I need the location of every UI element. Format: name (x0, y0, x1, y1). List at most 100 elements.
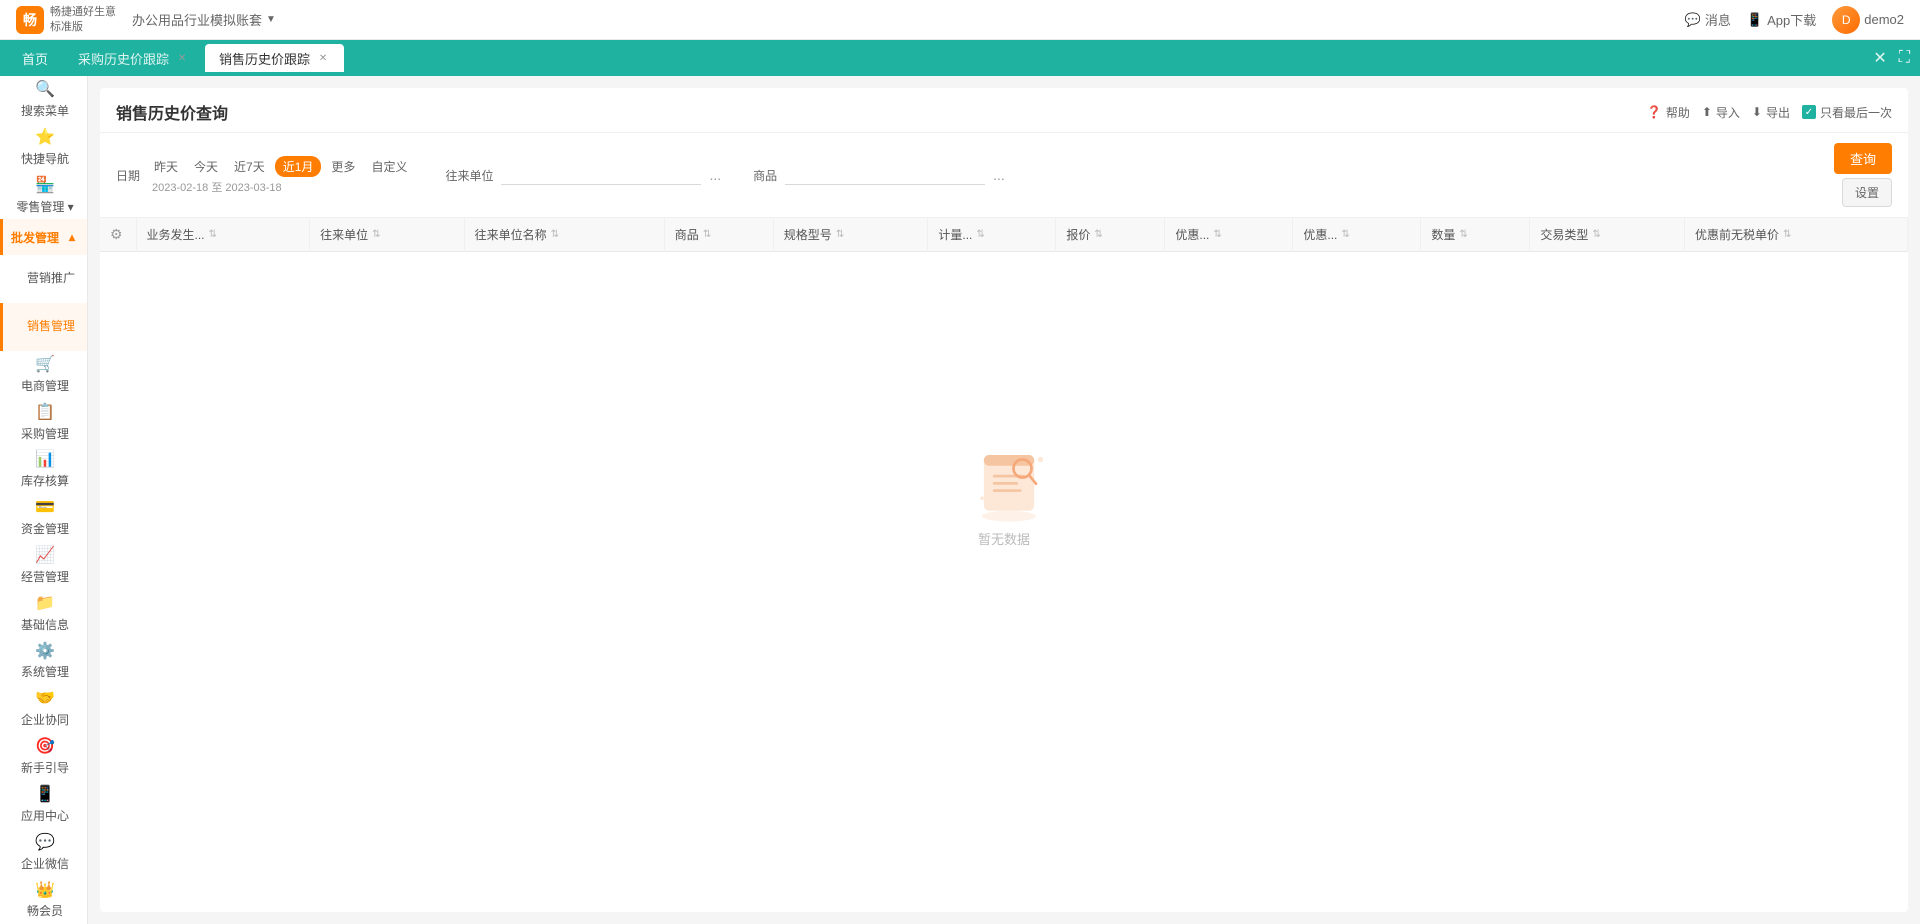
message-action[interactable]: 💬 消息 (1685, 10, 1731, 29)
tab-sales-close[interactable]: ✕ (316, 51, 330, 65)
tab-bar-right: ✕ ⛶ (1871, 46, 1912, 70)
th-unit[interactable]: 计量... ⇅ (928, 218, 1056, 252)
settings-gear-icon[interactable]: ⚙ (110, 226, 123, 242)
sidebar-item-enterprise-coop[interactable]: 🤝 企业协同 (0, 685, 87, 733)
avatar: D (1832, 6, 1860, 34)
settings-button[interactable]: 设置 (1842, 178, 1892, 207)
sidebar-item-retail[interactable]: 🏪 零售管理 ▾ (0, 172, 87, 220)
wechat-icon: 💬 (35, 833, 55, 854)
tab-sales[interactable]: 销售历史价跟踪 ✕ (205, 44, 344, 72)
partner-input[interactable] (501, 166, 701, 185)
th-trade-type[interactable]: 交易类型 ⇅ (1530, 218, 1685, 252)
sidebar-item-purchase[interactable]: 📋 采购管理 (0, 399, 87, 447)
finance-icon: 💳 (35, 498, 55, 519)
partner-dots-btn[interactable]: ... (709, 167, 721, 183)
sidebar-item-member[interactable]: 👑 畅会员 (0, 876, 87, 924)
date-filter-label: 日期 (116, 167, 140, 184)
th-discount2[interactable]: 优惠... ⇅ (1293, 218, 1421, 252)
app-selector[interactable]: 办公用品行业模拟账套 ▼ (124, 6, 284, 33)
help-btn[interactable]: ❓ 帮助 (1647, 104, 1690, 121)
sidebar-item-finance[interactable]: 💳 资金管理 (0, 494, 87, 542)
product-input[interactable] (785, 166, 985, 185)
retail-icon: 🏪 (35, 176, 55, 197)
page-actions: ❓ 帮助 ⬆ 导入 ⬇ 导出 ✓ 只看最后一次 (1647, 104, 1892, 121)
query-button[interactable]: 查询 (1834, 143, 1892, 174)
operation-icon: 📈 (35, 546, 55, 567)
th-discount1[interactable]: 优惠... ⇅ (1165, 218, 1293, 252)
sidebar-item-app-center[interactable]: 📱 应用中心 (0, 781, 87, 829)
th-settings[interactable]: ⚙ (100, 218, 136, 252)
empty-illustration (964, 437, 1044, 517)
tab-purchase-close[interactable]: ✕ (175, 51, 189, 65)
header-right: 💬 消息 📱 App下载 D demo2 (1685, 6, 1904, 34)
import-icon: ⬆ (1702, 105, 1712, 119)
th-quote-price[interactable]: 报价 ⇅ (1056, 218, 1165, 252)
sort-icon-biz-date: ⇅ (209, 229, 217, 240)
chevron-down-icon: ▼ (266, 14, 276, 25)
sidebar-item-enterprise-wechat[interactable]: 💬 企业微信 (0, 829, 87, 877)
sidebar-item-wholesale[interactable]: 批发管理 ▴ (0, 219, 87, 255)
export-btn[interactable]: ⬇ 导出 (1752, 104, 1790, 121)
date-btn-today[interactable]: 今天 (188, 156, 224, 177)
sort-icon-partner-name: ⇅ (551, 229, 559, 240)
sort-icon-product: ⇅ (703, 229, 711, 240)
date-btn-yesterday[interactable]: 昨天 (148, 156, 184, 177)
sort-icon-trade-type: ⇅ (1592, 229, 1600, 240)
sort-icon-quote-price: ⇅ (1094, 229, 1102, 240)
coop-icon: 🤝 (35, 689, 55, 710)
tab-purchase[interactable]: 采购历史价跟踪 ✕ (64, 44, 203, 72)
date-btn-1month[interactable]: 近1月 (275, 156, 322, 177)
star-icon: ⭐ (35, 128, 55, 149)
filter-bar: 日期 昨天 今天 近7天 近1月 更多 自定义 2023-02-18 至 202… (100, 133, 1908, 218)
import-btn[interactable]: ⬆ 导入 (1702, 104, 1740, 121)
search-icon: 🔍 (35, 80, 55, 101)
th-partner-code[interactable]: 往来单位 ⇅ (310, 218, 465, 252)
product-filter-label: 商品 (753, 167, 777, 184)
app-download-action[interactable]: 📱 App下载 (1747, 10, 1816, 29)
sidebar-item-quick-nav[interactable]: ⭐ 快捷导航 (0, 124, 87, 172)
sidebar: 🔍 搜索菜单 ⭐ 快捷导航 🏪 零售管理 ▾ 批发管理 ▴ 营销推广 销售管理 … (0, 76, 88, 924)
empty-text: 暂无数据 (978, 529, 1030, 548)
header-left: 畅 畅捷通好生意 标准版 办公用品行业模拟账套 ▼ (16, 5, 284, 34)
sort-icon-discount2: ⇅ (1341, 229, 1349, 240)
user-action[interactable]: D demo2 (1832, 6, 1904, 34)
checkbox-checked-icon: ✓ (1802, 105, 1816, 119)
date-range-buttons: 昨天 今天 近7天 近1月 更多 自定义 (148, 156, 413, 177)
th-biz-date[interactable]: 业务发生... ⇅ (136, 218, 310, 252)
member-icon: 👑 (35, 881, 55, 902)
partner-filter-label: 往来单位 (445, 167, 493, 184)
page-card: 销售历史价查询 ❓ 帮助 ⬆ 导入 ⬇ 导出 ✓ (100, 88, 1908, 912)
th-partner-name[interactable]: 往来单位名称 ⇅ (464, 218, 664, 252)
th-pre-tax-price[interactable]: 优惠前无税单价 ⇅ (1684, 218, 1907, 252)
purchase-icon: 📋 (35, 403, 55, 424)
chevron-up-icon: ▴ (69, 230, 75, 244)
th-product[interactable]: 商品 ⇅ (664, 218, 773, 252)
sidebar-item-basic-info[interactable]: 📁 基础信息 (0, 590, 87, 638)
tab-close-all-btn[interactable]: ✕ (1871, 46, 1888, 70)
only-last-checkbox[interactable]: ✓ 只看最后一次 (1802, 104, 1892, 121)
sidebar-item-operation[interactable]: 📈 经营管理 (0, 542, 87, 590)
sidebar-item-inventory[interactable]: 📊 库存核算 (0, 446, 87, 494)
tab-expand-btn[interactable]: ⛶ (1897, 47, 1912, 69)
sidebar-item-ecommerce[interactable]: 🛒 电商管理 (0, 351, 87, 399)
th-spec[interactable]: 规格型号 ⇅ (773, 218, 928, 252)
sidebar-item-system[interactable]: ⚙️ 系统管理 (0, 637, 87, 685)
tab-home[interactable]: 首页 (8, 44, 62, 72)
date-btn-7days[interactable]: 近7天 (228, 156, 271, 177)
sidebar-item-sales-mgmt[interactable]: 销售管理 (0, 303, 87, 351)
logo-text: 畅捷通好生意 标准版 (50, 5, 116, 34)
sidebar-item-marketing[interactable]: 营销推广 (0, 255, 87, 303)
date-filter-group: 日期 昨天 今天 近7天 近1月 更多 自定义 2023-02-18 至 202… (116, 156, 413, 195)
sort-icon-spec: ⇅ (836, 229, 844, 240)
th-quantity[interactable]: 数量 ⇅ (1421, 218, 1530, 252)
sidebar-item-search-menu[interactable]: 🔍 搜索菜单 (0, 76, 87, 124)
date-btn-custom[interactable]: 自定义 (365, 156, 413, 177)
basic-info-icon: 📁 (35, 594, 55, 615)
date-btn-more[interactable]: 更多 (325, 156, 361, 177)
top-header: 畅 畅捷通好生意 标准版 办公用品行业模拟账套 ▼ 💬 消息 📱 App下载 D… (0, 0, 1920, 40)
ecommerce-icon: 🛒 (35, 355, 55, 376)
help-icon: ❓ (1647, 105, 1662, 119)
date-range-display: 2023-02-18 至 2023-03-18 (152, 179, 413, 195)
product-dots-btn[interactable]: ... (993, 167, 1005, 183)
sidebar-item-new-guide[interactable]: 🎯 新手引导 (0, 733, 87, 781)
